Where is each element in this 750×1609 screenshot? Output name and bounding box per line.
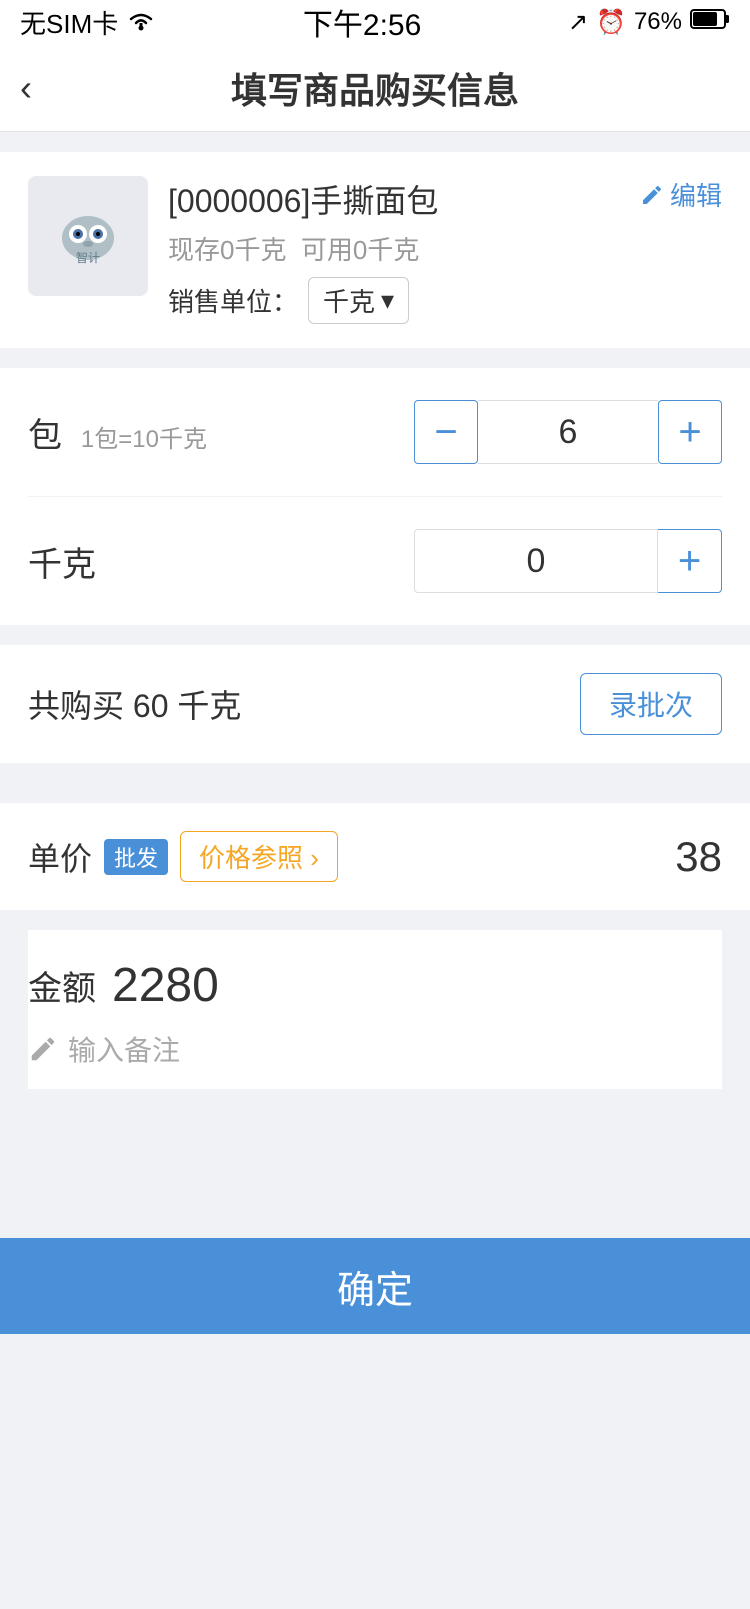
price-value: 38 [675,833,722,881]
unit-select[interactable]: 千克 ▾ [308,277,409,324]
kg-input[interactable] [414,529,658,593]
price-ref-button[interactable]: 价格参照 › [180,831,338,882]
back-button[interactable]: ‹ [20,67,32,109]
svg-text:智计: 智计 [76,250,100,265]
page-title: 填写商品购买信息 [231,62,519,114]
status-left: 无SIM卡 [20,4,156,41]
bao-stepper: − + [414,400,722,464]
alarm-icon: ⏰ [596,8,626,37]
summary-row: 共购买 60 千克 录批次 [0,645,750,763]
bao-increment-button[interactable]: + [658,400,722,464]
summary-text: 共购买 60 千克 [28,681,241,727]
status-time: 下午2:56 [303,0,421,44]
status-right: ↗ ⏰ 76% [568,8,730,37]
input-section: 包 1包=10千克 − + 千克 + [0,368,750,625]
kg-stepper: + [414,529,722,593]
kg-label-group: 千克 [28,537,96,586]
product-info: [0000006]手撕面包 现存0千克 可用0千克 销售单位： 千克 ▾ [168,176,722,324]
price-row: 单价 批发 价格参照 › 38 [28,831,722,882]
product-unit-row: 销售单位： 千克 ▾ [168,277,722,324]
status-bar: 无SIM卡 下午2:56 ↗ ⏰ 76% [0,0,750,44]
divider-1 [0,348,750,368]
bao-decrement-button[interactable]: − [414,400,478,464]
price-left: 单价 批发 价格参照 › [28,831,338,882]
battery-text: 76% [634,8,682,36]
bottom-spacer [0,1109,750,1609]
product-name: [0000006]手撕面包 [168,176,722,222]
pencil-icon [28,1034,58,1064]
product-stock: 现存0千克 可用0千克 [168,230,722,267]
bao-label-group: 包 1包=10千克 [28,408,207,457]
product-card: 智计 [0000006]手撕面包 现存0千克 可用0千克 销售单位： 千克 ▾ … [0,152,750,348]
kg-increment-button[interactable]: + [658,529,722,593]
price-label: 单价 [28,834,92,880]
divider-2 [0,763,750,783]
bao-input-row: 包 1包=10千克 − + [28,368,722,497]
wifi-icon [126,7,156,38]
edit-button[interactable]: 编辑 [640,176,722,213]
amount-row: 金额 2280 [28,958,722,1013]
amount-value: 2280 [112,958,219,1013]
carrier-text: 无SIM卡 [20,4,118,41]
note-placeholder: 输入备注 [68,1029,180,1069]
amount-label: 金额 [28,961,96,1010]
kg-input-row: 千克 + [28,497,722,625]
price-section: 单价 批发 价格参照 › 38 [0,803,750,910]
batch-button[interactable]: 录批次 [580,673,722,735]
note-row[interactable]: 输入备注 [28,1029,722,1089]
nav-bar: ‹ 填写商品购买信息 [0,44,750,132]
unit-label: 销售单位： [168,282,298,319]
amount-section: 金额 2280 输入备注 [0,930,750,1109]
location-icon: ↗ [568,8,588,37]
bao-label: 包 [28,417,62,455]
confirm-button[interactable]: 确定 [0,1238,750,1334]
kg-label: 千克 [28,546,96,584]
bao-input[interactable] [478,400,658,464]
battery-icon [690,8,730,37]
amount-card: 金额 2280 输入备注 [28,930,722,1089]
pifa-tag: 批发 [104,839,168,875]
bao-sublabel: 1包=10千克 [81,426,207,453]
product-thumbnail: 智计 [28,176,148,296]
